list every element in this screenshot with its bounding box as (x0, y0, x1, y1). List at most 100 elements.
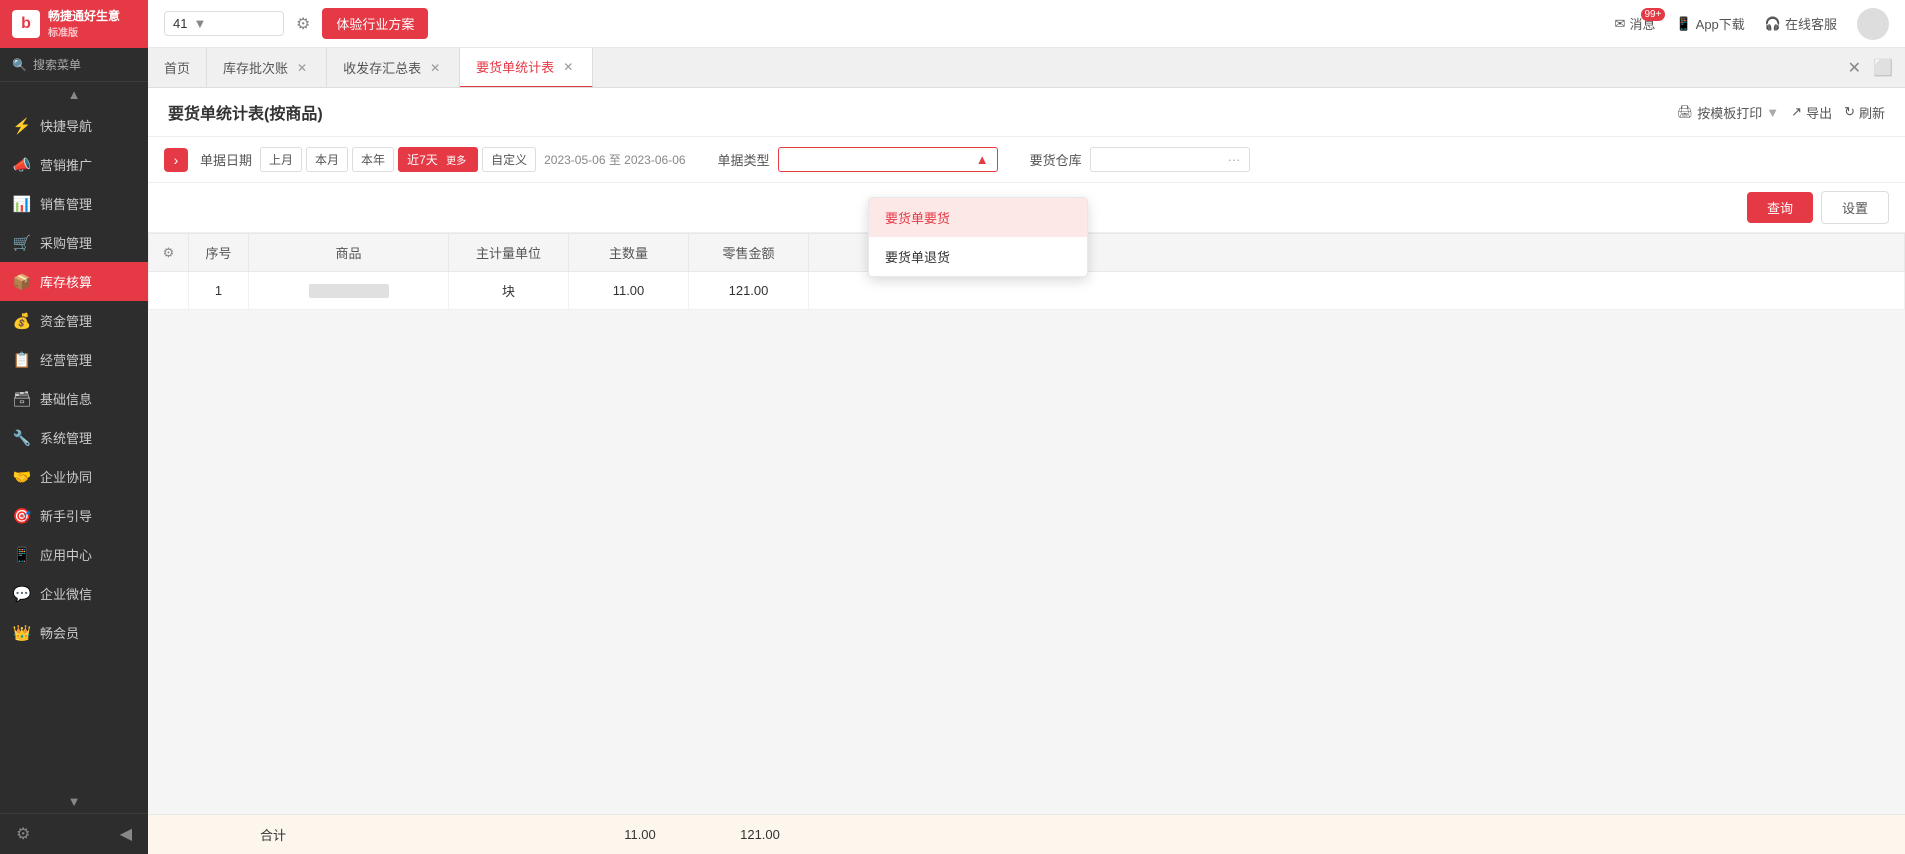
page-header: 要货单统计表(按商品) 🖨 按模板打印 ▼ ↗ 导出 ↻ 刷新 (148, 88, 1905, 137)
filter-bar: › 单据日期 上月 本月 本年 近7天 更多 自定义 2023-05-06 至 … (148, 137, 1905, 183)
refresh-btn[interactable]: ↻ 刷新 (1844, 103, 1885, 122)
sidebar-item-quick-nav[interactable]: ⚡ 快捷导航 (0, 106, 148, 145)
sidebar-settings-icon[interactable]: ⚙ (16, 824, 30, 844)
page-title: 要货单统计表(按商品) (168, 100, 323, 124)
dropdown-item-order-return[interactable]: 要货单退货 (869, 237, 1087, 276)
sidebar-scroll-up[interactable]: ▲ (0, 82, 148, 106)
print-btn[interactable]: 🖨 按模板打印 ▼ (1677, 103, 1779, 122)
trial-btn[interactable]: 体验行业方案 (322, 8, 428, 39)
company-selector[interactable]: 41 ▼ (164, 11, 284, 36)
tabs-actions: ✕ ⬜ (1836, 56, 1905, 80)
date-filter-label: 单据日期 (200, 150, 252, 169)
type-dropdown: 要货单要货 要货单退货 (868, 197, 1088, 277)
sidebar-collapse-icon[interactable]: ◀ (120, 824, 132, 844)
cell-product (249, 272, 449, 310)
tab-inventory-batch-close[interactable]: ✕ (294, 60, 310, 76)
dropdown-item-order-goods-label: 要货单要货 (885, 211, 950, 226)
sidebar-item-label: 应用中心 (40, 545, 92, 564)
sidebar-item-label: 销售管理 (40, 194, 92, 213)
sidebar-item-wechat[interactable]: 💬 企业微信 (0, 574, 148, 613)
sidebar-item-system[interactable]: 🔧 系统管理 (0, 418, 148, 457)
sidebar-item-label: 资金管理 (40, 311, 92, 330)
type-filter-label: 单据类型 (718, 150, 770, 169)
warehouse-filter-input[interactable]: ··· (1090, 147, 1250, 172)
dropdown-item-order-goods[interactable]: 要货单要货 (869, 198, 1087, 237)
tab-collect-summary-close[interactable]: ✕ (427, 60, 443, 76)
search-menu[interactable]: 🔍 搜索菜单 (0, 48, 148, 82)
sidebar-item-guide[interactable]: 🎯 新手引导 (0, 496, 148, 535)
sidebar-item-sales[interactable]: 📊 销售管理 (0, 184, 148, 223)
date-btn-this-year[interactable]: 本年 (352, 147, 394, 172)
table-row: 1 块 11.00 121.00 (149, 272, 1905, 310)
sidebar-item-inventory[interactable]: 📦 库存核算 (0, 262, 148, 301)
app-download-icon: 📱 (1675, 16, 1691, 32)
sidebar-item-label: 企业协同 (40, 467, 92, 486)
logo-icon: b (12, 10, 40, 38)
system-icon: 🔧 (12, 429, 32, 447)
sidebar-item-label: 新手引导 (40, 506, 92, 525)
date-btn-last-month[interactable]: 上月 (260, 147, 302, 172)
operations-icon: 📋 (12, 351, 32, 369)
export-icon: ↗ (1791, 104, 1802, 120)
sidebar-item-purchase[interactable]: 🛒 采购管理 (0, 223, 148, 262)
footer-label: 合计 (260, 825, 460, 844)
type-filter-chevron-up: ▲ (976, 152, 989, 167)
cooperation-icon: 🤝 (12, 468, 32, 486)
app-logo: b 畅捷通好生意 标准版 (0, 0, 148, 48)
sidebar-item-operations[interactable]: 📋 经营管理 (0, 340, 148, 379)
sidebar-item-basic-info[interactable]: 🗃 基础信息 (0, 379, 148, 418)
app-name: 畅捷通好生意 (48, 9, 120, 23)
member-icon: 👑 (12, 624, 32, 642)
last-7-label: 近7天 (407, 153, 438, 167)
query-btn[interactable]: 查询 (1747, 192, 1813, 223)
tab-order-summary[interactable]: 要货单统计表 ✕ (460, 48, 593, 88)
topbar-settings-icon[interactable]: ⚙ (296, 14, 310, 34)
col-header-seq: 序号 (189, 234, 249, 272)
avatar[interactable] (1857, 8, 1889, 40)
sidebar-scroll-down[interactable]: ▼ (0, 789, 148, 813)
online-service-btn[interactable]: 🎧 在线客服 (1765, 14, 1837, 33)
table-footer: 合计 11.00 121.00 (148, 814, 1905, 854)
app-center-icon: 📱 (12, 546, 32, 564)
date-btn-this-month[interactable]: 本月 (306, 147, 348, 172)
marketing-icon: 📣 (12, 156, 32, 174)
cell-quantity: 11.00 (569, 272, 689, 310)
purchase-icon: 🛒 (12, 234, 32, 252)
filter-toggle-btn[interactable]: › (164, 148, 188, 172)
tab-inventory-batch[interactable]: 库存批次账 ✕ (207, 48, 327, 88)
sidebar-item-cooperation[interactable]: 🤝 企业协同 (0, 457, 148, 496)
app-download-label: App下载 (1696, 14, 1745, 33)
tab-home-label: 首页 (164, 58, 190, 77)
tab-home[interactable]: 首页 (148, 48, 207, 88)
sidebar-nav: ⚡ 快捷导航 📣 营销推广 📊 销售管理 🛒 采购管理 📦 库存核算 💰 资金管… (0, 106, 148, 789)
tab-order-summary-close[interactable]: ✕ (560, 59, 576, 75)
finance-icon: 💰 (12, 312, 32, 330)
dropdown-item-order-return-label: 要货单退货 (885, 250, 950, 265)
col-header-settings[interactable]: ⚙ (149, 234, 189, 272)
filter-warehouse-section: 要货仓库 ··· (1010, 147, 1250, 172)
app-download-btn[interactable]: 📱 App下载 (1675, 14, 1744, 33)
tab-inventory-batch-label: 库存批次账 (223, 58, 288, 77)
date-btn-custom[interactable]: 自定义 (482, 147, 536, 172)
refresh-icon: ↻ (1844, 104, 1855, 120)
app-edition: 标准版 (48, 24, 120, 39)
sidebar-item-marketing[interactable]: 📣 营销推广 (0, 145, 148, 184)
sidebar-item-label: 基础信息 (40, 389, 92, 408)
date-filter-btns: 上月 本月 本年 近7天 更多 自定义 (260, 147, 536, 172)
settings-btn[interactable]: 设置 (1821, 191, 1889, 224)
messages-btn[interactable]: ✉ 消息 99+ (1615, 14, 1656, 33)
sidebar-item-finance[interactable]: 💰 资金管理 (0, 301, 148, 340)
sales-icon: 📊 (12, 195, 32, 213)
table-settings-icon[interactable]: ⚙ (163, 245, 175, 260)
sidebar-item-app-center[interactable]: 📱 应用中心 (0, 535, 148, 574)
tab-collect-summary[interactable]: 收发存汇总表 ✕ (327, 48, 460, 88)
date-btn-last-7[interactable]: 近7天 更多 (398, 147, 478, 172)
type-filter-input[interactable]: ▲ (778, 147, 998, 172)
export-btn[interactable]: ↗ 导出 (1791, 103, 1832, 122)
sidebar-item-label: 采购管理 (40, 233, 92, 252)
sidebar-item-member[interactable]: 👑 畅会员 (0, 613, 148, 652)
export-label: 导出 (1806, 103, 1832, 122)
tab-close-all-icon[interactable]: ✕ (1844, 56, 1865, 80)
tab-expand-icon[interactable]: ⬜ (1869, 56, 1897, 80)
refresh-label: 刷新 (1859, 103, 1885, 122)
